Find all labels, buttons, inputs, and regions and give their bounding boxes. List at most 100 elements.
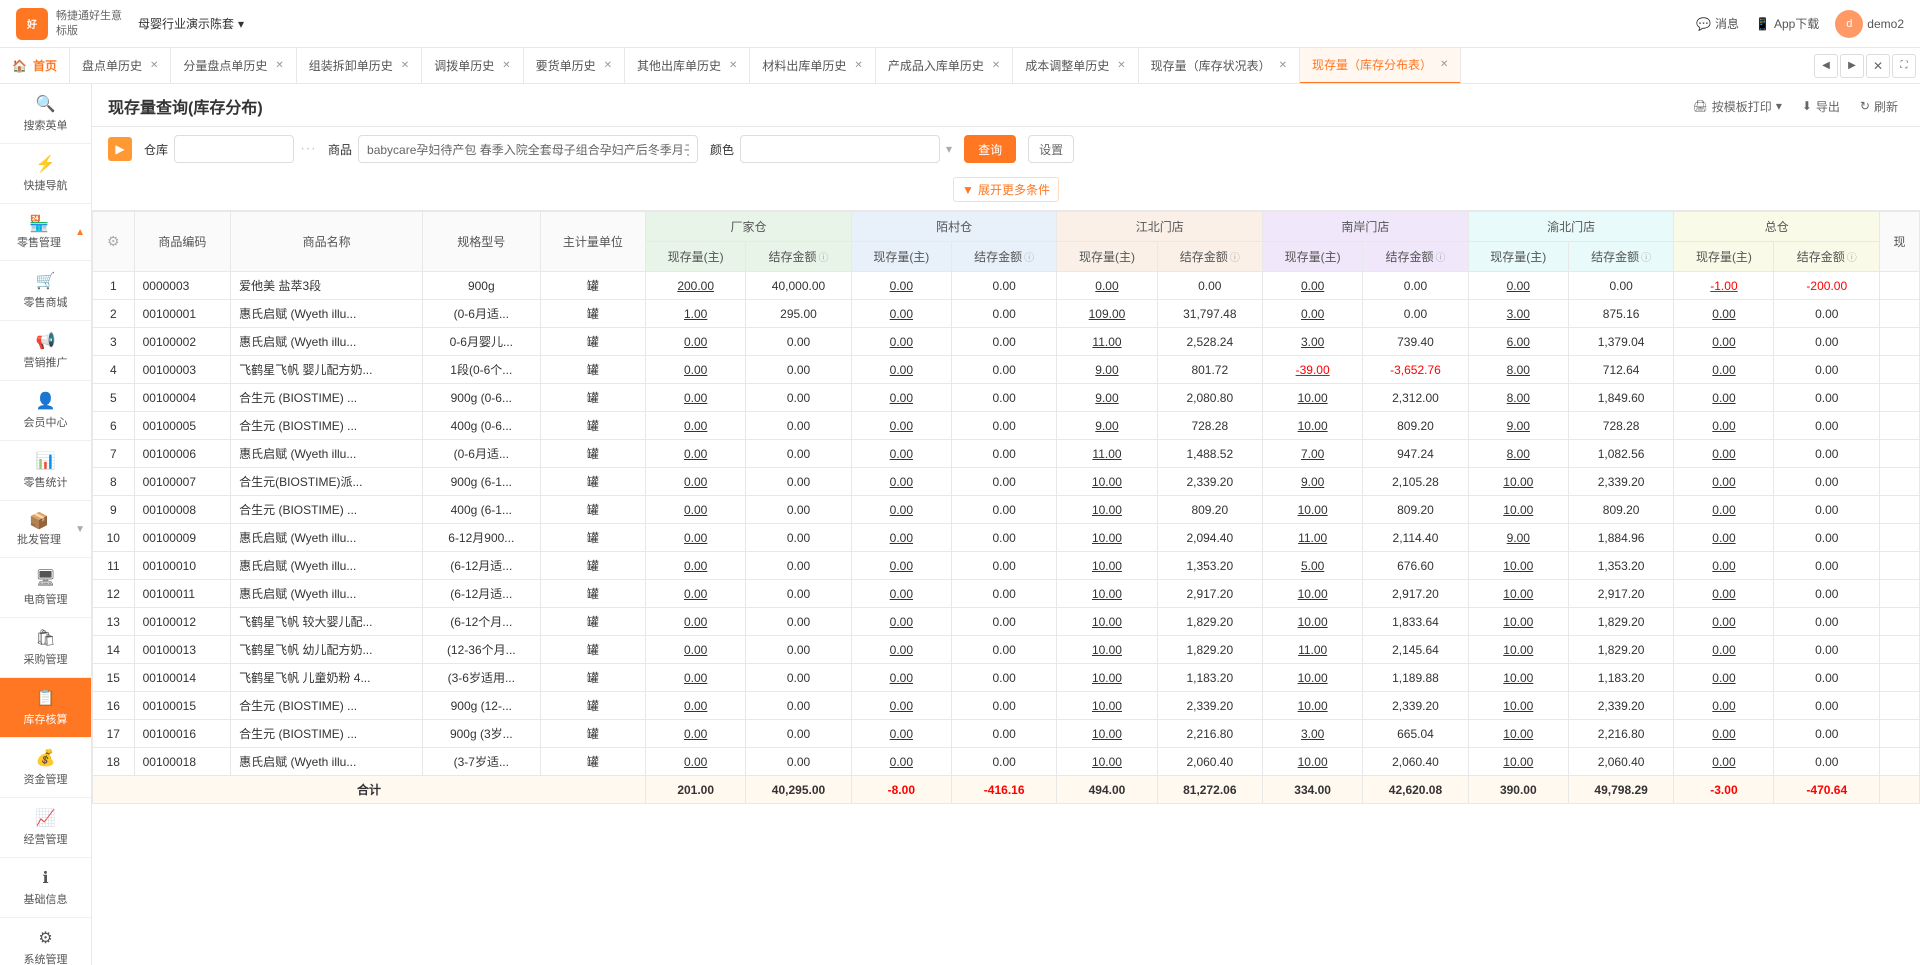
cell-j1[interactable]: 10.00 <box>1057 636 1157 664</box>
query-btn[interactable]: 查询 <box>964 135 1016 163</box>
nav-close-all-btn[interactable]: ✕ <box>1866 54 1890 78</box>
tab-other-out[interactable]: 其他出库单历史 ✕ <box>625 48 750 84</box>
tab-fraction-count[interactable]: 分量盘点单历史 ✕ <box>171 48 296 84</box>
cell-m1[interactable]: 0.00 <box>851 356 951 384</box>
cell-m1[interactable]: 0.00 <box>851 384 951 412</box>
cell-f1[interactable]: 1.00 <box>646 300 746 328</box>
sidebar-item-search[interactable]: 🔍 搜索英单 <box>0 84 91 144</box>
cell-n1[interactable]: 11.00 <box>1263 524 1363 552</box>
sidebar-item-ops[interactable]: 📈 经营管理 <box>0 798 91 858</box>
cell-m1[interactable]: 0.00 <box>851 300 951 328</box>
cell-j1[interactable]: 11.00 <box>1057 440 1157 468</box>
cell-m1[interactable]: 0.00 <box>851 748 951 776</box>
cell-z1[interactable]: 0.00 <box>1674 328 1774 356</box>
cell-n1[interactable]: 3.00 <box>1263 720 1363 748</box>
sidebar-item-finance[interactable]: 💰 资金管理 <box>0 738 91 798</box>
cell-n1[interactable]: 0.00 <box>1263 300 1363 328</box>
cell-n1[interactable]: 10.00 <box>1263 384 1363 412</box>
tab-cost-adj[interactable]: 成本调整单历史 ✕ <box>1013 48 1138 84</box>
tab-inventory-count-close[interactable]: ✕ <box>150 60 158 71</box>
cell-y1[interactable]: 0.00 <box>1468 272 1568 300</box>
nav-next-btn[interactable]: ▶ <box>1840 54 1864 78</box>
cell-j1[interactable]: 10.00 <box>1057 468 1157 496</box>
cell-f1[interactable]: 0.00 <box>646 328 746 356</box>
cell-n1[interactable]: 10.00 <box>1263 608 1363 636</box>
cell-f1[interactable]: 0.00 <box>646 496 746 524</box>
sidebar-item-basic[interactable]: ℹ 基础信息 <box>0 858 91 918</box>
cell-j1[interactable]: 10.00 <box>1057 748 1157 776</box>
cell-j1[interactable]: 10.00 <box>1057 692 1157 720</box>
user-menu[interactable]: d demo2 <box>1835 10 1904 38</box>
cell-j1[interactable]: 10.00 <box>1057 664 1157 692</box>
cell-f1[interactable]: 0.00 <box>646 720 746 748</box>
cell-y1[interactable]: 9.00 <box>1468 412 1568 440</box>
cell-n1[interactable]: -39.00 <box>1263 356 1363 384</box>
cell-z1[interactable]: 0.00 <box>1674 608 1774 636</box>
cell-z1[interactable]: 0.00 <box>1674 412 1774 440</box>
cell-y1[interactable]: 10.00 <box>1468 636 1568 664</box>
tab-fraction-count-close[interactable]: ✕ <box>275 60 283 71</box>
cell-m1[interactable]: 0.00 <box>851 608 951 636</box>
table-container[interactable]: ⚙ 商品编码 商品名称 规格型号 主计量单位 厂家仓 陌村仓 江北门店 南岸门店… <box>92 211 1920 965</box>
cell-f1[interactable]: 0.00 <box>646 608 746 636</box>
cell-y1[interactable]: 8.00 <box>1468 356 1568 384</box>
color-chevron[interactable]: ▾ <box>946 142 952 156</box>
cell-j1[interactable]: 10.00 <box>1057 552 1157 580</box>
cell-m1[interactable]: 0.00 <box>851 328 951 356</box>
tab-other-out-close[interactable]: ✕ <box>729 60 737 71</box>
cell-y1[interactable]: 10.00 <box>1468 720 1568 748</box>
print-btn[interactable]: 🖨 按模板打印 ▾ <box>1687 95 1788 118</box>
nav-prev-btn[interactable]: ◀ <box>1814 54 1838 78</box>
cell-z1[interactable]: 0.00 <box>1674 692 1774 720</box>
expand-conditions-btn[interactable]: ▼ 展开更多条件 <box>953 177 1059 202</box>
warehouse-input[interactable] <box>174 135 294 163</box>
cell-f1[interactable]: 0.00 <box>646 384 746 412</box>
cell-z1[interactable]: 0.00 <box>1674 552 1774 580</box>
cell-z1[interactable]: 0.00 <box>1674 384 1774 412</box>
sidebar-item-ecommerce[interactable]: 🖥 电商管理 <box>0 558 91 618</box>
cell-j1[interactable]: 0.00 <box>1057 272 1157 300</box>
cell-y1[interactable]: 10.00 <box>1468 608 1568 636</box>
cell-y1[interactable]: 8.00 <box>1468 384 1568 412</box>
cell-y1[interactable]: 9.00 <box>1468 524 1568 552</box>
cell-n1[interactable]: 9.00 <box>1263 468 1363 496</box>
tab-transfer-close[interactable]: ✕ <box>502 60 510 71</box>
cell-f1[interactable]: 0.00 <box>646 664 746 692</box>
export-btn[interactable]: ⬇ 导出 <box>1796 95 1846 118</box>
tab-home[interactable]: 🏠 首页 <box>0 48 70 84</box>
cell-y1[interactable]: 10.00 <box>1468 664 1568 692</box>
industry-dropdown[interactable]: 母婴行业演示陈套 ▾ <box>138 15 244 32</box>
tab-requisition-close[interactable]: ✕ <box>604 60 612 71</box>
cell-z1[interactable]: 0.00 <box>1674 440 1774 468</box>
cell-m1[interactable]: 0.00 <box>851 720 951 748</box>
tab-requisition[interactable]: 要货单历史 ✕ <box>524 48 625 84</box>
cell-y1[interactable]: 10.00 <box>1468 468 1568 496</box>
warehouse-more-icon[interactable]: ··· <box>300 140 316 158</box>
cell-j1[interactable]: 10.00 <box>1057 608 1157 636</box>
cell-y1[interactable]: 6.00 <box>1468 328 1568 356</box>
cell-y1[interactable]: 3.00 <box>1468 300 1568 328</box>
cell-z1[interactable]: 0.00 <box>1674 664 1774 692</box>
tab-stock-dist[interactable]: 现存量（库存分布表） ✕ <box>1300 48 1461 84</box>
nav-fullscreen-btn[interactable]: ⛶ <box>1892 54 1916 78</box>
cell-f1[interactable]: 0.00 <box>646 356 746 384</box>
cell-j1[interactable]: 10.00 <box>1057 524 1157 552</box>
app-download-btn[interactable]: 📱 App下载 <box>1755 15 1819 32</box>
cell-n1[interactable]: 10.00 <box>1263 692 1363 720</box>
tab-material-out-close[interactable]: ✕ <box>854 60 862 71</box>
cell-z1[interactable]: 0.00 <box>1674 748 1774 776</box>
tab-transfer[interactable]: 调拨单历史 ✕ <box>422 48 523 84</box>
collapse-btn[interactable]: ▶ <box>108 137 132 161</box>
cell-f1[interactable]: 0.00 <box>646 412 746 440</box>
cell-m1[interactable]: 0.00 <box>851 636 951 664</box>
tab-cost-adj-close[interactable]: ✕ <box>1117 60 1125 71</box>
cell-m1[interactable]: 0.00 <box>851 524 951 552</box>
message-btn[interactable]: 💬 消息 <box>1696 15 1739 32</box>
cell-m1[interactable]: 0.00 <box>851 580 951 608</box>
sidebar-item-retail-mgmt[interactable]: 🏪 零售管理 ▲ <box>0 204 91 261</box>
sidebar-item-retail-stats[interactable]: 📊 零售统计 <box>0 441 91 501</box>
cell-m1[interactable]: 0.00 <box>851 496 951 524</box>
cell-f1[interactable]: 0.00 <box>646 580 746 608</box>
cell-n1[interactable]: 0.00 <box>1263 272 1363 300</box>
color-input[interactable] <box>740 135 940 163</box>
